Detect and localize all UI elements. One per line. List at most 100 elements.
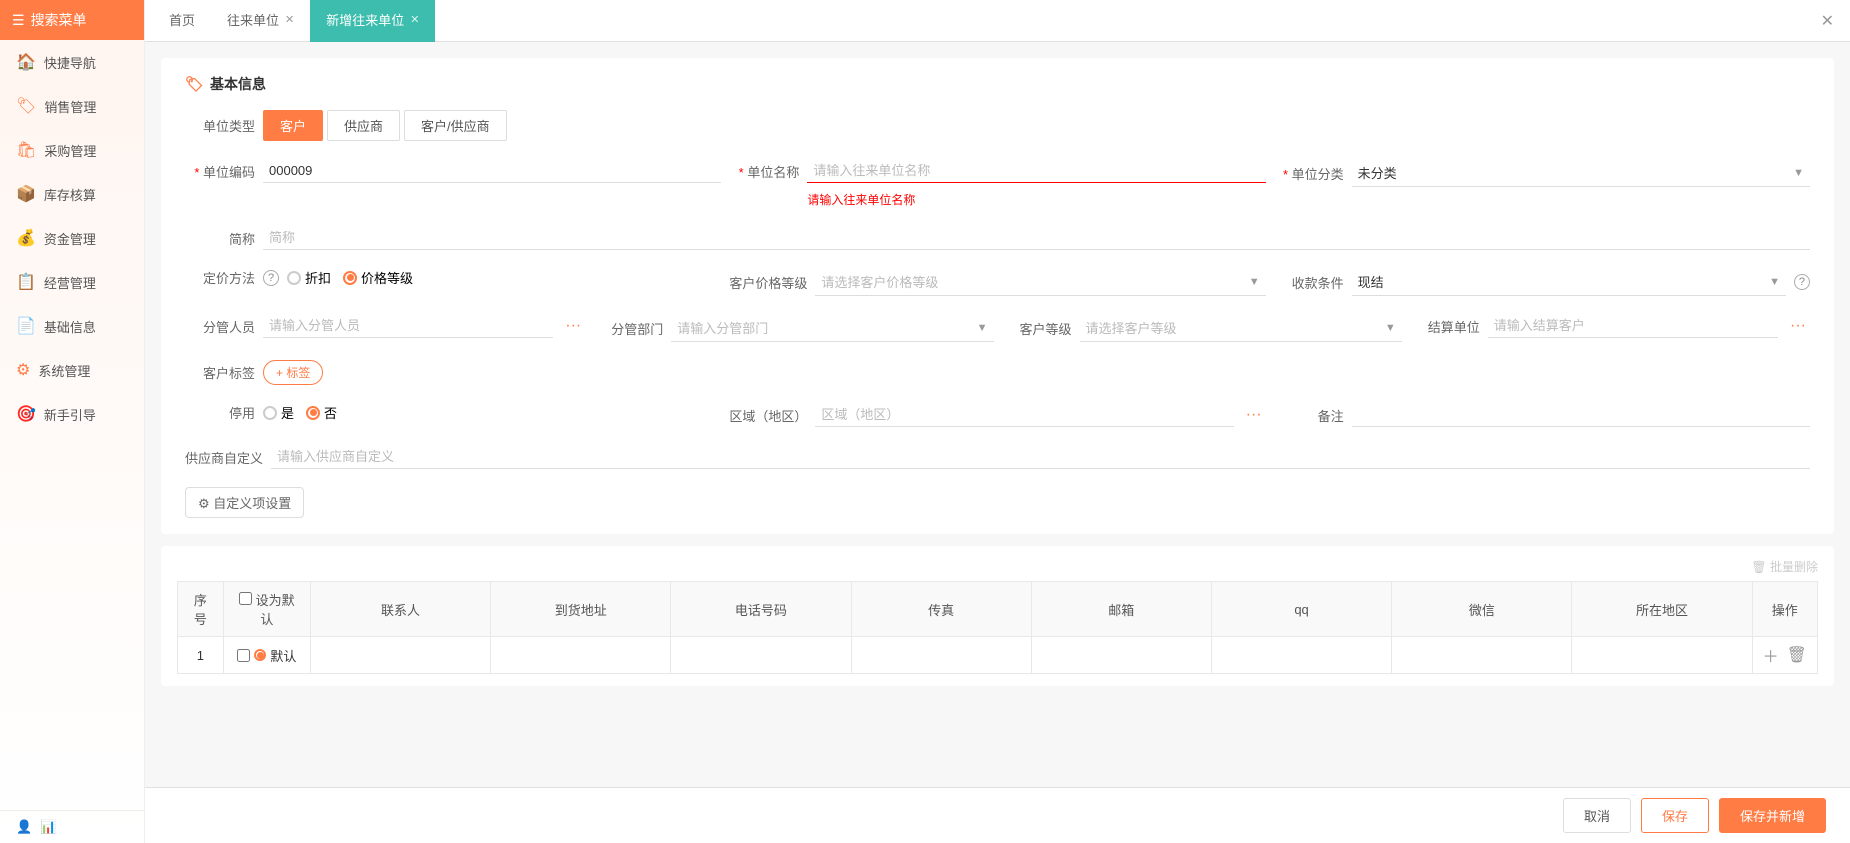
tabbar-close-all[interactable]: ✕ <box>1813 7 1842 35</box>
sidebar-item-inventory[interactable]: 📦 库存核算 <box>0 172 144 216</box>
customer-price-level-select[interactable]: 请选择客户价格等级 ▼ <box>815 268 1265 296</box>
unit-btn-both[interactable]: 客户/供应商 <box>404 110 507 141</box>
pricing-discount[interactable]: 折扣 <box>287 268 331 287</box>
sidebar-item-system[interactable]: ⚙ 系统管理 <box>0 348 144 392</box>
cell-default: 默认 <box>223 637 310 674</box>
tab-new-partner[interactable]: 新增往来单位 ✕ <box>310 0 435 42</box>
sidebar-item-guide[interactable]: 🎯 新手引导 <box>0 392 144 436</box>
manager-dots-btn[interactable]: ··· <box>561 317 585 335</box>
sidebar-item-label: 经营管理 <box>44 273 96 292</box>
settlement-dots-btn[interactable]: ··· <box>1786 317 1810 335</box>
region-dots-btn[interactable]: ··· <box>1242 406 1266 424</box>
unit-category-select[interactable]: 未分类 ▼ <box>1352 159 1810 187</box>
sidebar-item-operation[interactable]: 📋 经营管理 <box>0 260 144 304</box>
disabled-no[interactable]: 否 <box>306 403 337 422</box>
cell-address <box>491 637 671 674</box>
col-phone: 电话号码 <box>671 582 851 637</box>
settlement-unit-input[interactable] <box>1488 314 1778 338</box>
select-all-checkbox[interactable] <box>239 592 252 605</box>
email-input[interactable] <box>1042 648 1201 663</box>
pricing-radio-group: 折扣 价格等级 <box>287 268 413 287</box>
tab-new-partner-close[interactable]: ✕ <box>410 13 419 26</box>
pricing-row: 定价方法 ? 折扣 价格等级 客户价格等级 <box>185 268 1810 296</box>
save-button[interactable]: 保存 <box>1641 798 1709 833</box>
col-action: 操作 <box>1752 582 1817 637</box>
col-seq: 序号 <box>178 582 224 637</box>
sidebar-bottom: 👤 📊 <box>0 810 144 843</box>
contact-table: 序号 设为默认 联系人 到货地址 电话号码 传真 邮箱 qq 微信 所在地区 <box>177 581 1818 674</box>
pricing-method-group: 定价方法 ? 折扣 价格等级 <box>185 268 721 287</box>
tab-partner-close[interactable]: ✕ <box>285 13 294 26</box>
remark-group: 备注 <box>1274 403 1810 427</box>
footer: 取消 保存 保存并新增 <box>145 787 1850 843</box>
radio-discount-circle <box>287 271 301 285</box>
fax-input[interactable] <box>862 648 1021 663</box>
sidebar-search[interactable]: ☰ 搜索菜单 <box>0 0 144 40</box>
region-group: 区域（地区） ··· <box>729 403 1265 427</box>
cancel-button[interactable]: 取消 <box>1563 798 1631 833</box>
customer-price-level-group: 客户价格等级 请选择客户价格等级 ▼ <box>729 268 1265 296</box>
contact-input[interactable] <box>321 648 480 663</box>
row-add-btn[interactable]: ＋ <box>1763 643 1779 667</box>
unit-category-value: 未分类 <box>1358 163 1397 182</box>
add-tag-button[interactable]: + 标签 <box>263 360 323 385</box>
sidebar-item-sales[interactable]: 🏷 销售管理 <box>0 84 144 128</box>
region-label: 区域（地区） <box>729 406 807 425</box>
unit-name-group: 单位名称 请输入往来单位名称 <box>729 159 1265 208</box>
short-name-input[interactable] <box>263 226 1810 250</box>
col-fax: 传真 <box>851 582 1031 637</box>
search-icon: ☰ <box>12 12 25 29</box>
tab-partner[interactable]: 往来单位 ✕ <box>211 0 310 42</box>
disabled-yes[interactable]: 是 <box>263 403 294 422</box>
batch-delete-button[interactable]: 🗑 批量删除 <box>1751 558 1818 575</box>
sidebar-item-basic-info[interactable]: 📄 基础信息 <box>0 304 144 348</box>
address-input[interactable] <box>501 648 660 663</box>
unit-type-group: 单位类型 客户 供应商 客户/供应商 <box>185 110 1810 141</box>
row-delete-btn[interactable]: 🗑 <box>1787 645 1807 665</box>
basic-info-section: 🏷 基本信息 单位类型 客户 供应商 客户/供应商 单位编码 <box>161 58 1834 534</box>
pricing-help-icon[interactable]: ? <box>263 270 279 286</box>
pricing-method-label: 定价方法 <box>185 268 255 287</box>
cell-fax <box>851 637 1031 674</box>
customer-level-select[interactable]: 请选择客户等级 ▼ <box>1080 314 1402 342</box>
customer-price-level-placeholder: 请选择客户价格等级 <box>821 272 938 291</box>
row-default-radio[interactable]: 默认 <box>254 646 296 665</box>
disabled-label: 停用 <box>185 403 255 422</box>
unit-name-input[interactable] <box>807 159 1265 183</box>
sidebar-item-quick-nav[interactable]: 🏠 快捷导航 <box>0 40 144 84</box>
section-title-text: 基本信息 <box>210 74 266 94</box>
row-checkbox[interactable] <box>237 649 250 662</box>
settlement-unit-group: 结算单位 ··· <box>1410 314 1810 338</box>
sidebar: ☰ 搜索菜单 🏠 快捷导航 🏷 销售管理 🛍 采购管理 📦 库存核算 💰 资金管… <box>0 0 145 843</box>
unit-btn-supplier[interactable]: 供应商 <box>327 110 400 141</box>
unit-btn-customer[interactable]: 客户 <box>263 110 323 141</box>
payment-terms-select[interactable]: 现结 ▼ <box>1352 268 1786 296</box>
supplier-custom-row: 供应商自定义 <box>185 445 1810 469</box>
code-name-cat-row: 单位编码 单位名称 请输入往来单位名称 单位分类 未分类 <box>185 159 1810 208</box>
region-input[interactable] <box>815 403 1233 427</box>
wechat-input[interactable] <box>1402 648 1561 663</box>
pricing-price-level[interactable]: 价格等级 <box>343 268 413 287</box>
remark-input[interactable] <box>1352 403 1810 427</box>
save-and-new-button[interactable]: 保存并新增 <box>1719 798 1826 833</box>
chevron-down-icon2: ▼ <box>1249 276 1260 288</box>
unit-category-group: 单位分类 未分类 ▼ <box>1274 159 1810 187</box>
pricing-price-level-label: 价格等级 <box>361 268 413 287</box>
supplier-custom-input[interactable] <box>271 445 1810 469</box>
qq-input[interactable] <box>1222 648 1381 663</box>
custom-settings-button[interactable]: ⚙ 自定义项设置 <box>185 487 304 518</box>
money-icon: 💰 <box>16 228 36 248</box>
row-region-input[interactable] <box>1582 648 1741 663</box>
payment-terms-help-icon[interactable]: ? <box>1794 274 1810 290</box>
remark-label: 备注 <box>1274 406 1344 425</box>
phone-input[interactable] <box>681 648 840 663</box>
unit-code-input[interactable] <box>263 159 721 183</box>
tab-home[interactable]: 首页 <box>153 0 211 42</box>
disabled-no-label: 否 <box>324 403 337 422</box>
sidebar-item-purchase[interactable]: 🛍 采购管理 <box>0 128 144 172</box>
unit-category-label: 单位分类 <box>1274 164 1344 183</box>
col-default: 设为默认 <box>223 582 310 637</box>
department-select[interactable]: 请输入分管部门 ▼ <box>671 314 993 342</box>
sidebar-item-finance[interactable]: 💰 资金管理 <box>0 216 144 260</box>
manager-input[interactable] <box>263 314 553 338</box>
